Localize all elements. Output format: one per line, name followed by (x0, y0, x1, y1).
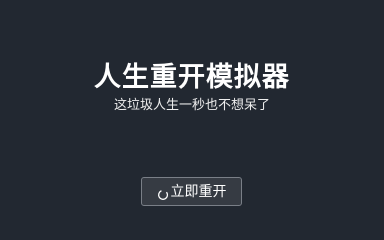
restart-button-label: 立即重开 (170, 183, 227, 200)
restart-button[interactable]: 立即重开 (141, 177, 242, 206)
app-title: 人生重开模拟器 (94, 62, 290, 93)
refresh-icon (157, 186, 169, 200)
start-screen: 人生重开模拟器 这垃圾人生一秒也不想呆了 立即重开 (0, 0, 384, 225)
app-subtitle: 这垃圾人生一秒也不想呆了 (113, 98, 270, 113)
